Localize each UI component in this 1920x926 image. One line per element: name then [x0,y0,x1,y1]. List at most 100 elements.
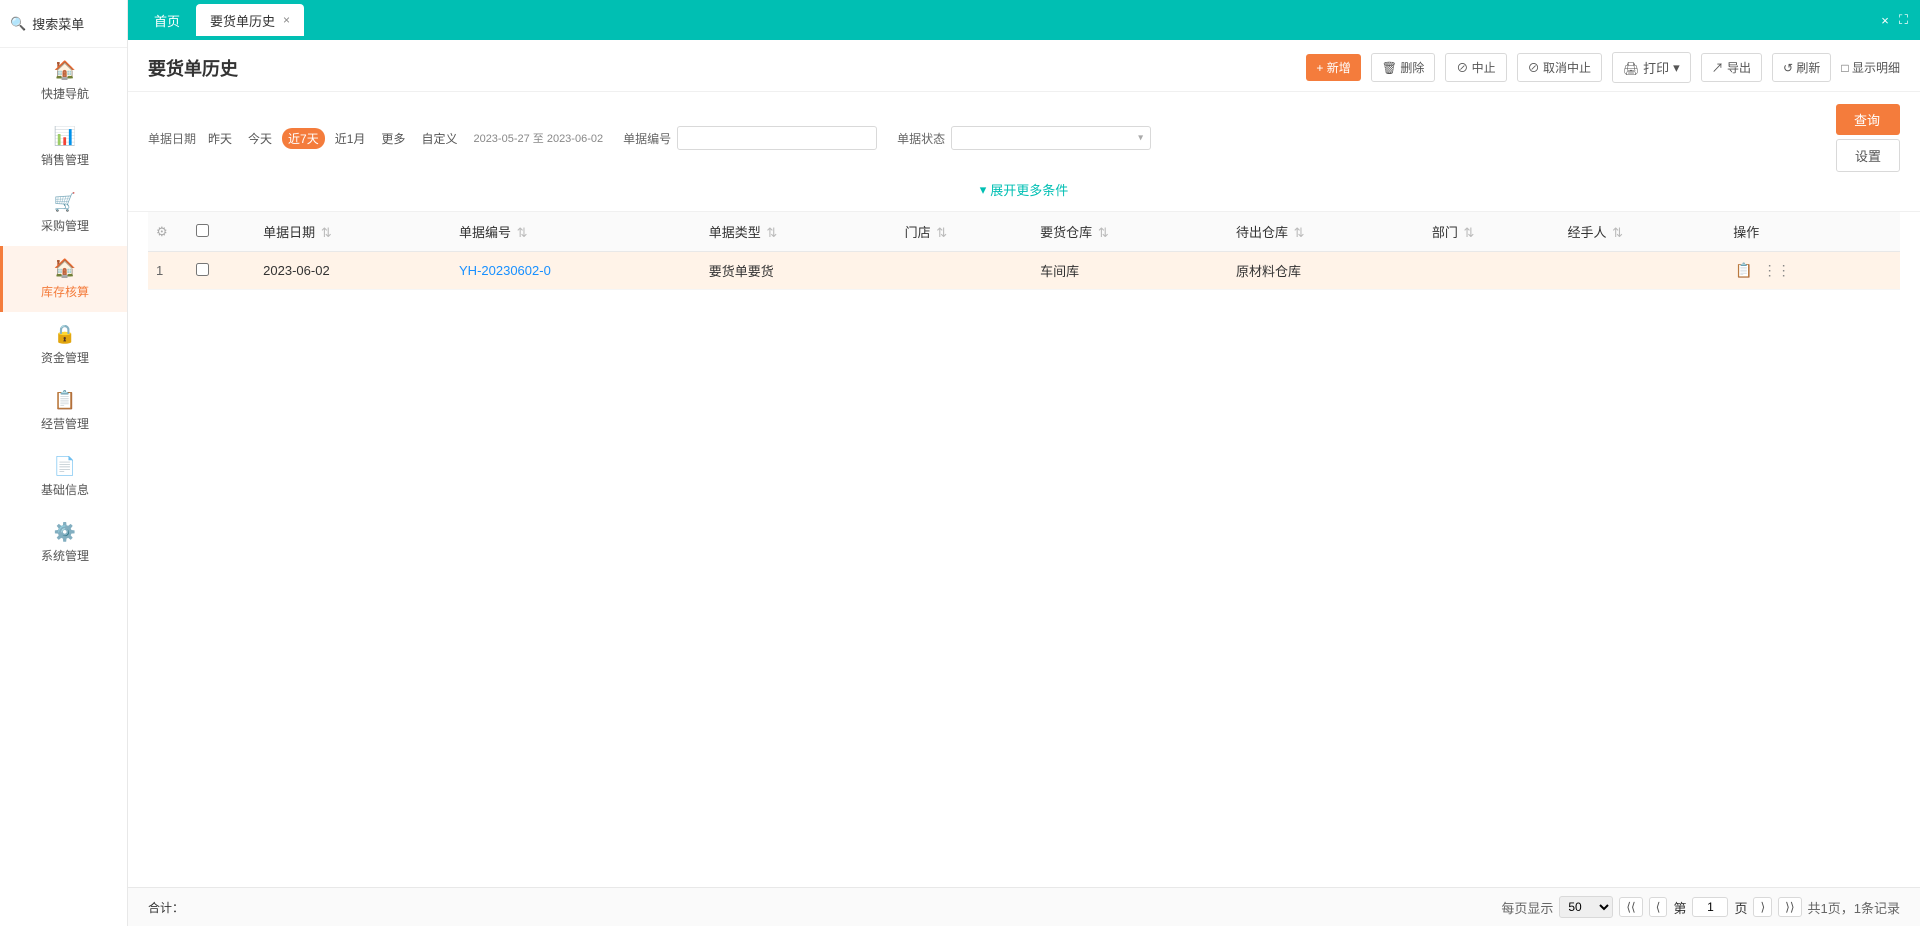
date-shortcut-last1month[interactable]: 近1月 [329,128,372,149]
th-settings[interactable]: ⚙ [148,212,188,252]
setting-button[interactable]: 设置 [1836,139,1900,172]
status-filter: 单据状态 ▾ [897,126,1151,150]
sidebar-item-finance[interactable]: 🔒 资金管理 [0,312,127,378]
sidebar-item-sales[interactable]: 📊 销售管理 [0,114,127,180]
status-select[interactable] [951,126,1151,150]
export-button[interactable]: ↗ 导出 [1701,53,1762,82]
row-store [897,252,1033,290]
date-sort-icon: ⇅ [321,225,332,240]
inventory-icon: 🏠 [54,258,76,279]
next-page-button[interactable]: ⟩ [1753,897,1772,917]
operations-icon: 📋 [54,390,76,411]
th-operation: 操作 [1725,212,1900,252]
pagination: 每页显示 50 10 20 100 ⟨⟨ ⟨ 第 页 ⟩ ⟩⟩ 共1页，1条记录 [1501,896,1900,918]
prev-page-button[interactable]: ⟨ [1649,897,1668,917]
status-label: 单据状态 [897,130,945,147]
sales-icon: 📊 [54,126,76,147]
row-select-checkbox[interactable] [196,263,209,276]
sidebar-item-label: 库存核算 [41,283,89,300]
query-button[interactable]: 查询 [1836,104,1900,135]
store-sort-icon: ⇅ [936,225,947,240]
tab-home-label: 首页 [154,11,180,30]
th-handler[interactable]: 经手人 ⇅ [1559,212,1725,252]
pending-warehouse-sort-icon: ⇅ [1294,225,1305,240]
th-date[interactable]: 单据日期 ⇅ [255,212,451,252]
row-department [1424,252,1560,290]
doc-number-input[interactable] [677,126,877,150]
footer-sum-label: 合计： [148,899,184,916]
operation-icons: 📋 ⋮⋮ [1733,260,1892,281]
row-date: 2023-06-02 [255,252,451,290]
print-button[interactable]: 🖨 打印 ▾ [1612,52,1691,83]
base-info-icon: 📄 [54,456,76,477]
topbar-maximize-btn[interactable]: ⛶ [1899,12,1908,28]
date-shortcut-custom[interactable]: 自定义 [415,128,463,149]
handler-sort-icon: ⇅ [1612,225,1623,240]
date-shortcut-last7days[interactable]: 近7天 [282,128,325,149]
delete-button[interactable]: 🗑 删除 [1371,53,1436,82]
row-handler [1559,252,1725,290]
topbar-close-btn[interactable]: × [1881,13,1889,28]
pagination-info: 共1页，1条记录 [1808,898,1900,917]
new-button[interactable]: + 新增 [1306,54,1360,81]
sidebar-search[interactable]: 🔍 搜索菜单 [0,0,127,48]
date-shortcut-today[interactable]: 今天 [242,128,278,149]
tab-close-icon[interactable]: × [283,13,290,27]
sidebar-item-purchase[interactable]: 🛒 采购管理 [0,180,127,246]
row-type: 要货单要货 [701,252,897,290]
sidebar-item-operations[interactable]: 📋 经营管理 [0,378,127,444]
sidebar-item-label: 资金管理 [41,349,89,366]
more-icon[interactable]: ⋮⋮ [1761,260,1793,281]
footer: 合计： 每页显示 50 10 20 100 ⟨⟨ ⟨ 第 页 ⟩ ⟩⟩ 共1页，… [128,887,1920,926]
topbar: 首页 要货单历史 × × ⛶ [128,0,1920,40]
th-type[interactable]: 单据类型 ⇅ [701,212,897,252]
row-number[interactable]: YH-20230602-0 [451,252,701,290]
th-req-warehouse[interactable]: 要货仓库 ⇅ [1032,212,1228,252]
sidebar-search-label: 搜索菜单 [32,14,84,33]
doc-number-filter: 单据编号 [623,126,877,150]
page-label: 第 [1673,898,1686,917]
sidebar-item-inventory[interactable]: 🏠 库存核算 [0,246,127,312]
tab-requisition-history-label: 要货单历史 [210,11,275,30]
th-department[interactable]: 部门 ⇅ [1424,212,1560,252]
topbar-right: × ⛶ [1881,12,1908,28]
th-number[interactable]: 单据编号 ⇅ [451,212,701,252]
date-shortcut-yesterday[interactable]: 昨天 [202,128,238,149]
page-of-label: 页 [1734,898,1747,917]
last-page-button[interactable]: ⟩⟩ [1778,897,1801,917]
sidebar-item-label: 系统管理 [41,547,89,564]
row-pending-warehouse: 原材料仓库 [1228,252,1424,290]
select-all-checkbox[interactable] [196,224,209,237]
print-icon: 🖨 打印 [1623,58,1669,77]
edit-icon[interactable]: 📋 [1733,260,1754,281]
page-number-input[interactable] [1692,897,1728,917]
tab-requisition-history[interactable]: 要货单历史 × [196,4,304,36]
page-size-label: 每页显示 [1501,898,1553,917]
system-icon: ⚙️ [54,522,76,543]
refresh-button[interactable]: ↺ 刷新 [1772,53,1831,82]
table-area: ⚙ 单据日期 ⇅ 单据编号 ⇅ 单据类型 ⇅ [128,212,1920,887]
finance-icon: 🔒 [54,324,76,345]
sidebar-item-base-info[interactable]: 📄 基础信息 [0,444,127,510]
display-detail-button[interactable]: □ 显示明细 [1841,59,1900,76]
expand-label: 展开更多条件 [990,180,1068,199]
sidebar-item-quick-nav[interactable]: 🏠 快捷导航 [0,48,127,114]
page-size-select[interactable]: 50 10 20 100 [1559,896,1613,918]
sidebar-item-label: 销售管理 [41,151,89,168]
tab-home[interactable]: 首页 [140,4,194,36]
stop-button[interactable]: ⊘ 中止 [1445,53,1506,82]
home-icon: 🏠 [54,60,76,81]
sidebar-item-label: 快捷导航 [41,85,89,102]
th-pending-warehouse[interactable]: 待出仓库 ⇅ [1228,212,1424,252]
sidebar-item-system[interactable]: ⚙️ 系统管理 [0,510,127,576]
table-row[interactable]: 1 2023-06-02 YH-20230602-0 要货单要货 车间库 原材料… [148,252,1900,290]
cancel-stop-button[interactable]: ⊘ 取消中止 [1517,53,1602,82]
number-sort-icon: ⇅ [517,225,528,240]
th-store[interactable]: 门店 ⇅ [897,212,1033,252]
row-operation: 📋 ⋮⋮ [1725,252,1900,290]
toolbar: + 新增 🗑 删除 ⊘ 中止 ⊘ 取消中止 🖨 打印 ▾ ↗ 导出 ↺ 刷新 □… [1306,52,1900,83]
date-shortcut-more[interactable]: 更多 [375,128,411,149]
first-page-button[interactable]: ⟨⟨ [1619,897,1642,917]
expand-filter-button[interactable]: ▾ 展开更多条件 [148,180,1900,199]
print-arrow-icon: ▾ [1673,60,1680,76]
